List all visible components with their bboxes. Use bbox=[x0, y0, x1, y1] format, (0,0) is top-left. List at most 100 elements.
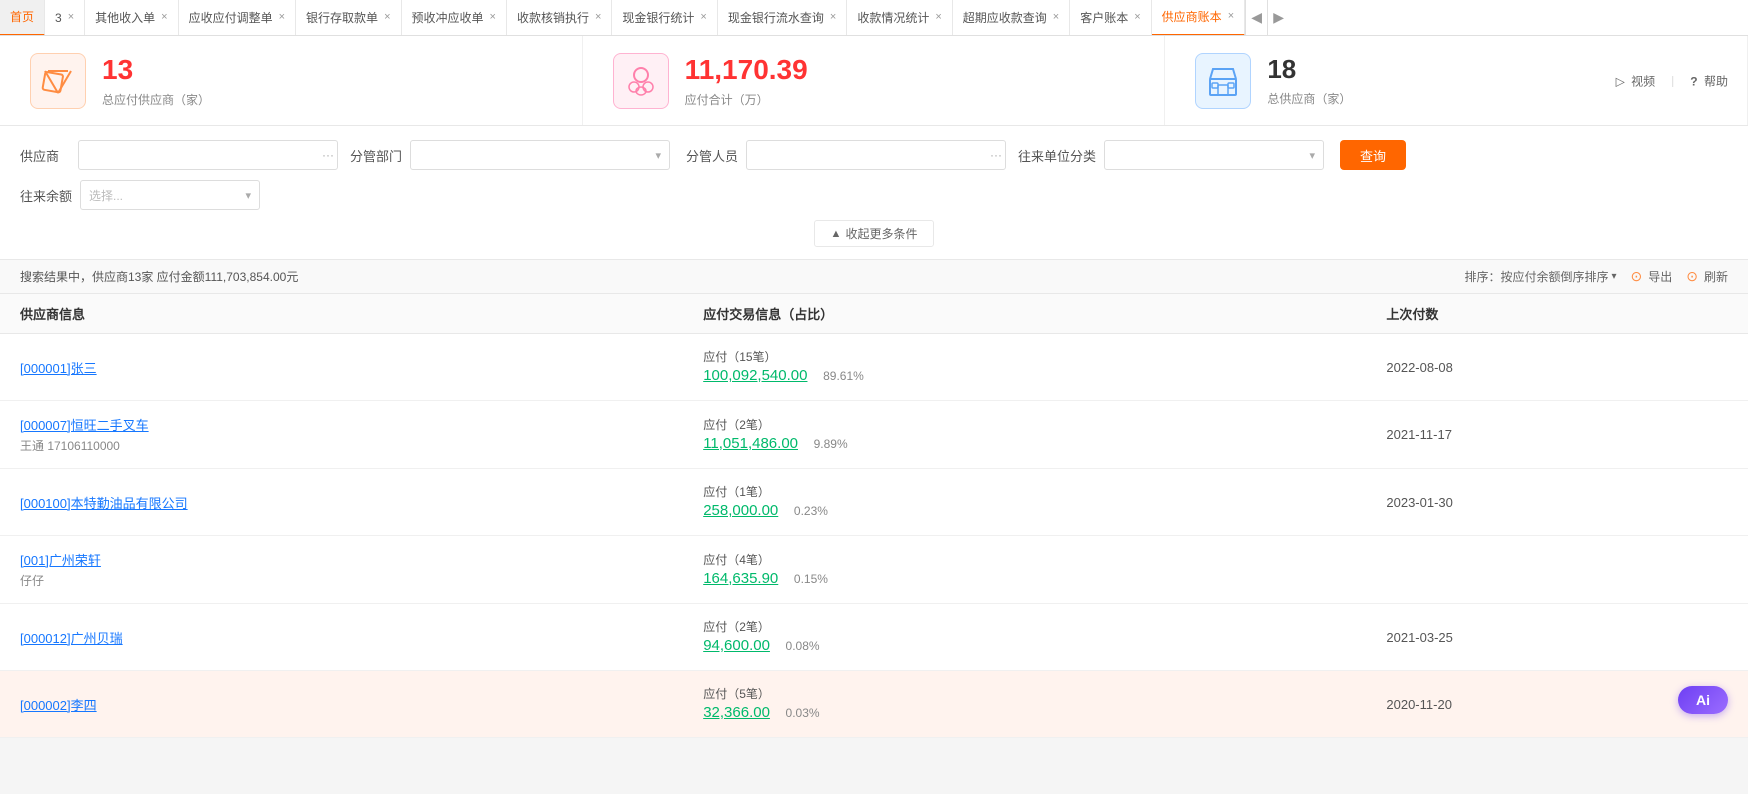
category-select[interactable] bbox=[1104, 140, 1324, 170]
stats-ap-total: 11,170.39 应付合计（万） bbox=[583, 36, 1166, 125]
nav-prev-arrow[interactable] bbox=[1245, 0, 1267, 36]
nav-tab-home-label: 首页 bbox=[10, 8, 34, 25]
last-pay-date: 2021-03-25 bbox=[1386, 630, 1453, 645]
nav-tab-cash-bank-flow[interactable]: 现金银行流水查询 × bbox=[718, 0, 847, 36]
stats-bar: 13 总应付供应商（家） 11,170.39 应付合计（万） bbox=[0, 36, 1748, 126]
col-tx-info: 应付交易信息（占比） bbox=[703, 304, 1386, 323]
supplier-link[interactable]: [000001]张三 bbox=[20, 358, 703, 377]
stats-total-suppliers-payable: 13 总应付供应商（家） bbox=[0, 36, 583, 125]
supplier-link[interactable]: [001]广州荣轩 bbox=[20, 550, 703, 569]
close-icon[interactable]: × bbox=[830, 12, 836, 23]
close-icon[interactable]: × bbox=[279, 12, 285, 23]
query-button[interactable]: 查询 bbox=[1340, 140, 1406, 170]
tx-percent: 89.61% bbox=[823, 369, 864, 383]
supplier-link[interactable]: [000100]本特勤油品有限公司 bbox=[20, 493, 703, 512]
filter-category: 往来单位分类 bbox=[1018, 140, 1324, 170]
collapse-button[interactable]: ▲ 收起更多条件 bbox=[814, 220, 935, 247]
tx-amount[interactable]: 258,000.00 bbox=[703, 502, 778, 519]
stats-value-2: 11,170.39 bbox=[685, 53, 808, 87]
help-icon bbox=[1690, 74, 1700, 88]
video-link[interactable]: 视频 bbox=[1616, 72, 1656, 89]
close-icon[interactable]: × bbox=[490, 12, 496, 23]
supplier-info-cell: [000100]本特勤油品有限公司 bbox=[20, 493, 703, 512]
nav-tab-collect-stat[interactable]: 收款情况统计 × bbox=[847, 0, 952, 36]
close-icon[interactable]: × bbox=[1134, 12, 1140, 23]
results-bar: 搜索结果中，供应商13家 应付金额111,703,854.00元 排序：按应付余… bbox=[0, 260, 1748, 294]
supplier-input[interactable] bbox=[78, 140, 338, 170]
last-pay-date: 2021-11-17 bbox=[1386, 427, 1452, 442]
last-pay-cell: 2023-01-30 bbox=[1386, 495, 1728, 510]
filter-dept: 分管部门 bbox=[350, 140, 670, 170]
tx-label: 应付（15笔） bbox=[703, 348, 1386, 365]
supplier-link[interactable]: [000007]恒旺二手叉车 bbox=[20, 415, 703, 434]
tx-percent: 0.08% bbox=[786, 639, 820, 653]
results-actions: 排序：按应付余额倒序排序 ▾ ⊙导出 ⊙刷新 bbox=[1464, 268, 1728, 285]
col-supplier-info: 供应商信息 bbox=[20, 304, 703, 323]
close-icon[interactable]: × bbox=[1228, 11, 1234, 22]
nav-tab-other-income-label: 其他收入单 bbox=[95, 9, 155, 26]
nav-tab-ap-adjust[interactable]: 应收应付调整单 × bbox=[179, 0, 296, 36]
grain-icon bbox=[613, 53, 669, 109]
nav-tab-home[interactable]: 首页 bbox=[0, 0, 45, 36]
filter-person: 分管人员 ··· bbox=[686, 140, 1002, 170]
last-pay-cell: 2021-03-25 bbox=[1386, 630, 1728, 645]
balance-select[interactable]: 选择... bbox=[80, 180, 260, 210]
stats-links: 视频 | 帮助 bbox=[1616, 72, 1728, 89]
table-row: [000100]本特勤油品有限公司 应付（1笔） 258,000.00 0.23… bbox=[0, 469, 1748, 536]
nav-tab-overdue-collect[interactable]: 超期应收款查询 × bbox=[953, 0, 1070, 36]
nav-tab-advance-collect[interactable]: 预收冲应收单 × bbox=[402, 0, 507, 36]
chevron-right-icon bbox=[1273, 9, 1284, 26]
ai-badge[interactable]: Ai bbox=[1678, 686, 1728, 714]
close-icon[interactable]: × bbox=[384, 12, 390, 23]
stats-value-1: 13 bbox=[102, 53, 210, 87]
nav-tab-3[interactable]: 3 × bbox=[45, 0, 85, 36]
person-ellipsis: ··· bbox=[990, 148, 1002, 162]
table-row: [000012]广州贝瑞 应付（2笔） 94,600.00 0.08% 2021… bbox=[0, 604, 1748, 671]
supplier-link[interactable]: [000002]李四 bbox=[20, 695, 703, 714]
nav-tab-ap-adjust-label: 应收应付调整单 bbox=[189, 9, 273, 26]
nav-tab-supplier-account[interactable]: 供应商账本 × bbox=[1152, 0, 1245, 36]
person-input[interactable] bbox=[746, 140, 1006, 170]
filter-supplier: 供应商 ··· bbox=[20, 140, 334, 170]
close-icon[interactable]: × bbox=[595, 12, 601, 23]
nav-tab-customer-account[interactable]: 客户账本 × bbox=[1070, 0, 1151, 36]
tx-amount[interactable]: 32,366.00 bbox=[703, 704, 770, 721]
close-icon[interactable]: × bbox=[1053, 12, 1059, 23]
col-last-pay: 上次付数 bbox=[1386, 304, 1728, 323]
diamond-icon bbox=[30, 53, 86, 109]
divider: | bbox=[1667, 74, 1678, 88]
export-button[interactable]: ⊙导出 bbox=[1631, 268, 1673, 285]
nav-tab-supplier-account-label: 供应商账本 bbox=[1162, 8, 1222, 25]
supplier-link[interactable]: [000012]广州贝瑞 bbox=[20, 628, 703, 647]
tx-amount[interactable]: 164,635.90 bbox=[703, 570, 778, 587]
refresh-button[interactable]: ⊙刷新 bbox=[1686, 268, 1728, 285]
nav-next-arrow[interactable] bbox=[1267, 0, 1289, 36]
last-pay-date: 2023-01-30 bbox=[1386, 495, 1453, 510]
nav-tab-cash-bank-stat[interactable]: 现金银行统计 × bbox=[612, 0, 717, 36]
close-icon[interactable]: × bbox=[935, 12, 941, 23]
close-icon[interactable]: × bbox=[68, 12, 74, 23]
dept-label: 分管部门 bbox=[350, 146, 402, 165]
nav-tab-bank-deposit[interactable]: 银行存取款单 × bbox=[296, 0, 401, 36]
tx-info-cell: 应付（5笔） 32,366.00 0.03% bbox=[703, 685, 1386, 723]
filter-area: 供应商 ··· 分管部门 分管人员 ··· 往来单位分类 查询 往来余额 bbox=[0, 126, 1748, 260]
tx-percent: 0.03% bbox=[786, 706, 820, 720]
nav-tab-collect-verify[interactable]: 收款核销执行 × bbox=[507, 0, 612, 36]
supplier-sub: 仔仔 bbox=[20, 572, 703, 589]
tx-amount[interactable]: 11,051,486.00 bbox=[703, 435, 798, 452]
main-table: 供应商信息 应付交易信息（占比） 上次付数 [000001]张三 应付（15笔）… bbox=[0, 294, 1748, 738]
results-summary: 搜索结果中，供应商13家 应付金额111,703,854.00元 bbox=[20, 268, 298, 285]
tx-amount[interactable]: 94,600.00 bbox=[703, 637, 770, 654]
tx-percent: 9.89% bbox=[814, 437, 848, 451]
shop-icon bbox=[1195, 53, 1251, 109]
sort-label[interactable]: 排序：按应付余额倒序排序 ▾ bbox=[1464, 268, 1616, 285]
balance-placeholder: 选择... bbox=[89, 187, 123, 204]
close-icon[interactable]: × bbox=[700, 12, 706, 23]
tx-amount[interactable]: 100,092,540.00 bbox=[703, 367, 807, 384]
table-header: 供应商信息 应付交易信息（占比） 上次付数 bbox=[0, 294, 1748, 334]
nav-tab-other-income[interactable]: 其他收入单 × bbox=[85, 0, 178, 36]
tx-info-cell: 应付（4笔） 164,635.90 0.15% bbox=[703, 551, 1386, 589]
help-link[interactable]: 帮助 bbox=[1690, 72, 1728, 89]
close-icon[interactable]: × bbox=[161, 12, 167, 23]
dept-select[interactable] bbox=[410, 140, 670, 170]
